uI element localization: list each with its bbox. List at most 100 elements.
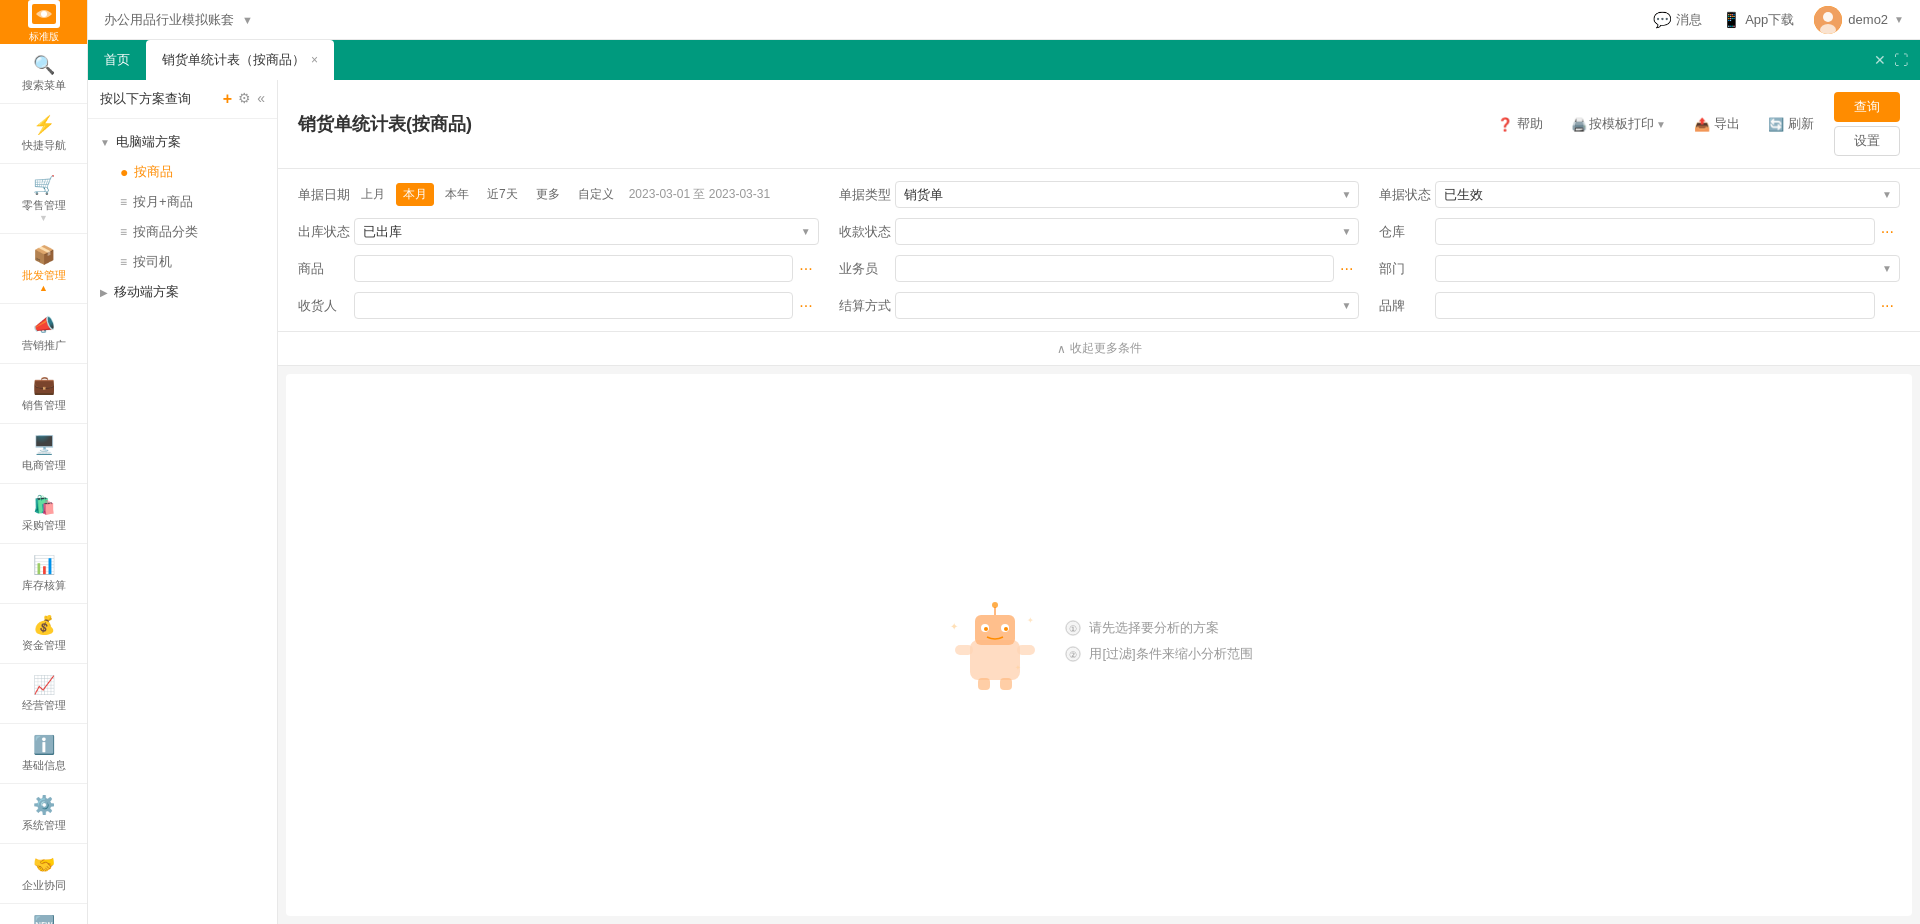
- svg-text:②: ②: [1069, 650, 1077, 660]
- date-filter: 上月 本月 本年 近7天 更多 自定义 2023-03-01 至 2023-03…: [354, 183, 819, 206]
- svg-rect-16: [1000, 678, 1012, 690]
- app-download-button[interactable]: 📱 App下载: [1722, 11, 1794, 29]
- sidebar-item-search[interactable]: 🔍 搜索菜单: [0, 44, 87, 104]
- doc-status-select[interactable]: 已生效: [1435, 181, 1900, 208]
- app-logo: 标准版: [0, 0, 88, 44]
- filter-panel-title: 按以下方案查询: [100, 90, 191, 108]
- date-btn-current-year[interactable]: 本年: [438, 183, 476, 206]
- warehouse-label: 仓库: [1379, 223, 1435, 241]
- goods-input[interactable]: [354, 255, 793, 282]
- doc-type-label: 单据类型: [839, 186, 895, 204]
- sidebar-item-retail[interactable]: 🛒 零售管理 ▼: [0, 164, 87, 234]
- tree-item-by-month-goods[interactable]: ≡ 按月+商品: [88, 187, 277, 217]
- collapse-bar[interactable]: ∧ 收起更多条件: [278, 332, 1920, 366]
- tab-home[interactable]: 首页: [88, 40, 146, 80]
- salesman-dots-icon[interactable]: ···: [1334, 260, 1359, 278]
- salesman-input[interactable]: [895, 255, 1334, 282]
- help-label: 帮助: [1517, 115, 1543, 133]
- page-title-row: 销货单统计表(按商品) ❓ 帮助 🖨️ 按模板打印 ▼ 📤: [298, 92, 1900, 156]
- date-btn-7days[interactable]: 近7天: [480, 183, 525, 206]
- content-area: 按以下方案查询 + ⚙ « ▼ 电脑端方案 ● 按商品: [88, 80, 1920, 924]
- sidebar-label-sales: 销售管理: [22, 398, 66, 413]
- date-btn-custom[interactable]: 自定义: [571, 183, 621, 206]
- industry-dropdown-icon[interactable]: ▼: [242, 14, 253, 26]
- filter-row-3: 商品 ··· 业务员 ··· 部门: [298, 255, 1900, 282]
- svg-rect-14: [1017, 645, 1035, 655]
- sidebar-item-purchase[interactable]: 🛍️ 采购管理: [0, 484, 87, 544]
- settlement-select[interactable]: [895, 292, 1360, 319]
- sidebar-item-newbie[interactable]: 🆕 新手引导: [0, 904, 87, 924]
- tab-close-icon[interactable]: ×: [311, 53, 318, 67]
- dept-select-wrapper: ▼: [1435, 255, 1900, 282]
- refresh-button[interactable]: 🔄 刷新: [1760, 111, 1822, 137]
- warehouse-dots-icon[interactable]: ···: [1875, 223, 1900, 241]
- svg-rect-15: [978, 678, 990, 690]
- print-button[interactable]: 🖨️ 按模板打印 ▼: [1563, 111, 1674, 137]
- tip-2-text: 用[过滤]条件来缩小分析范围: [1089, 645, 1252, 663]
- by-goods-icon: ●: [120, 164, 128, 180]
- sidebar-item-operations[interactable]: 📈 经营管理: [0, 664, 87, 724]
- payment-status-select[interactable]: [895, 218, 1360, 245]
- out-status-select[interactable]: 已出库: [354, 218, 819, 245]
- tree-item-by-goods[interactable]: ● 按商品: [88, 157, 277, 187]
- logo-icon: [28, 0, 60, 28]
- tree-group-pc-header[interactable]: ▼ 电脑端方案: [88, 127, 277, 157]
- tree-group-mobile-header[interactable]: ▶ 移动端方案: [88, 277, 277, 307]
- filter-collapse-button[interactable]: «: [257, 90, 265, 108]
- sidebar-item-quick-nav[interactable]: ⚡ 快捷导航: [0, 104, 87, 164]
- date-btn-current-month[interactable]: 本月: [396, 183, 434, 206]
- tree-item-by-driver[interactable]: ≡ 按司机: [88, 247, 277, 277]
- recipient-field: 收货人 ···: [298, 292, 819, 319]
- date-field: 单据日期 上月 本月 本年 近7天 更多 自定义 2023-03-01 至 20…: [298, 183, 819, 206]
- ecommerce-icon: 🖥️: [33, 434, 55, 456]
- payment-status-field: 收款状态 ▼: [839, 218, 1360, 245]
- message-icon: 💬: [1653, 11, 1672, 29]
- sidebar-item-enterprise[interactable]: 🤝 企业协同: [0, 844, 87, 904]
- tab-sales-statistics[interactable]: 销货单统计表（按商品） ×: [146, 40, 334, 80]
- tree-group-pc: ▼ 电脑端方案 ● 按商品 ≡ 按月+商品 ≡ 按商品分类: [88, 127, 277, 277]
- sidebar-label-purchase: 采购管理: [22, 518, 66, 533]
- tab-maximize-icon[interactable]: ⛶: [1894, 52, 1908, 68]
- sidebar-label-wholesale: 批发管理: [22, 268, 66, 283]
- empty-illustration: ✦ ✦ ✦: [945, 595, 1045, 695]
- user-area[interactable]: demo2 ▼: [1814, 6, 1904, 34]
- sidebar-item-system[interactable]: ⚙️ 系统管理: [0, 784, 87, 844]
- help-button[interactable]: ❓ 帮助: [1489, 111, 1551, 137]
- refresh-label: 刷新: [1788, 115, 1814, 133]
- sidebar-item-marketing[interactable]: 📣 营销推广: [0, 304, 87, 364]
- help-icon: ❓: [1497, 117, 1513, 132]
- brand-dots-icon[interactable]: ···: [1875, 297, 1900, 315]
- tree-item-by-goods-category[interactable]: ≡ 按商品分类: [88, 217, 277, 247]
- page-header: 销货单统计表(按商品) ❓ 帮助 🖨️ 按模板打印 ▼ 📤: [278, 80, 1920, 169]
- sidebar-item-sales[interactable]: 💼 销售管理: [0, 364, 87, 424]
- filter-settings-button[interactable]: ⚙: [238, 90, 251, 108]
- by-month-goods-icon: ≡: [120, 195, 127, 209]
- quick-nav-icon: ⚡: [33, 114, 55, 136]
- brand-field: 品牌 ···: [1379, 292, 1900, 319]
- query-button[interactable]: 查询: [1834, 92, 1900, 122]
- tab-minimize-icon[interactable]: ✕: [1874, 52, 1886, 68]
- goods-dots-icon[interactable]: ···: [793, 260, 818, 278]
- dept-select[interactable]: [1435, 255, 1900, 282]
- filter-add-button[interactable]: +: [223, 90, 232, 108]
- sidebar-item-finance[interactable]: 💰 资金管理: [0, 604, 87, 664]
- sidebar-item-ecommerce[interactable]: 🖥️ 电商管理: [0, 424, 87, 484]
- sidebar-item-inventory[interactable]: 📊 库存核算: [0, 544, 87, 604]
- recipient-input[interactable]: [354, 292, 793, 319]
- doc-type-select[interactable]: 销货单: [895, 181, 1360, 208]
- inventory-icon: 📊: [33, 554, 55, 576]
- date-label: 单据日期: [298, 186, 354, 204]
- marketing-icon: 📣: [33, 314, 55, 336]
- recipient-dots-icon[interactable]: ···: [793, 297, 818, 315]
- message-button[interactable]: 💬 消息: [1653, 11, 1702, 29]
- brand-input[interactable]: [1435, 292, 1874, 319]
- user-dropdown-icon: ▼: [1894, 14, 1904, 25]
- export-button[interactable]: 📤 导出: [1686, 111, 1748, 137]
- date-btn-more[interactable]: 更多: [529, 183, 567, 206]
- date-btn-last-month[interactable]: 上月: [354, 183, 392, 206]
- sidebar-item-basic-info[interactable]: ℹ️ 基础信息: [0, 724, 87, 784]
- warehouse-input[interactable]: [1435, 218, 1874, 245]
- settings-button[interactable]: 设置: [1834, 126, 1900, 156]
- sidebar-item-wholesale[interactable]: 📦 批发管理 ▲: [0, 234, 87, 304]
- export-icon: 📤: [1694, 117, 1710, 132]
